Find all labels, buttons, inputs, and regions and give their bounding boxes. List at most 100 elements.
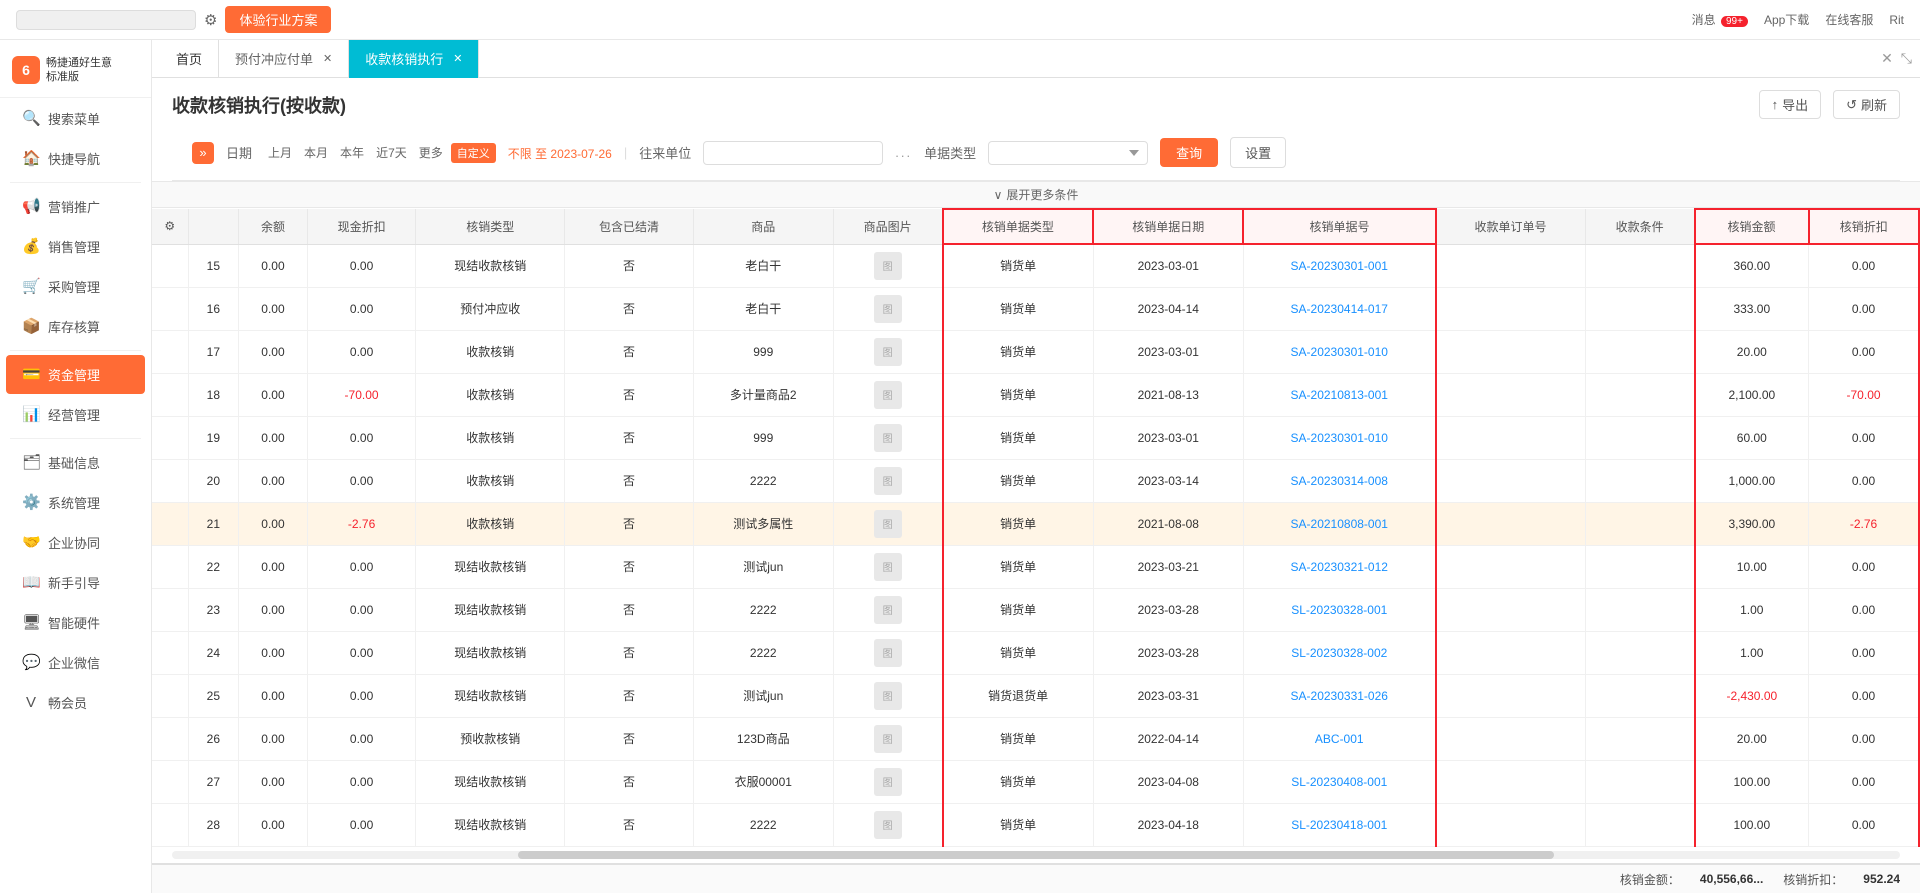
settings-icon[interactable]: ⚙ <box>204 11 217 29</box>
online-service-link[interactable]: 在线客服 <box>1825 11 1873 28</box>
app-download-link[interactable]: App下载 <box>1764 11 1809 28</box>
bill-no-link[interactable]: SA-20230314-008 <box>1291 474 1388 488</box>
cell-balance: 0.00 <box>239 287 308 330</box>
breadcrumb-input[interactable] <box>16 10 196 30</box>
tab-prepay[interactable]: 预付冲应付单 ✕ <box>219 40 349 78</box>
page-header: 收款核销执行(按收款) ↑ 导出 ↺ 刷新 » 日期 上月 <box>152 78 1920 182</box>
th-included: 包含已结清 <box>565 209 694 244</box>
cell-discount: 0.00 <box>307 631 416 674</box>
partner-input[interactable] <box>703 141 883 165</box>
export-button[interactable]: ↑ 导出 <box>1759 90 1822 119</box>
tab-collection[interactable]: 收款核销执行 ✕ <box>349 40 479 78</box>
bill-no-link[interactable]: SA-20230301-010 <box>1291 345 1388 359</box>
th-gear[interactable]: ⚙ <box>152 209 188 244</box>
date-more[interactable]: 更多 <box>415 142 447 163</box>
cell-billdate: 2023-03-01 <box>1093 244 1243 287</box>
table-container[interactable]: ⚙ 余额 现金折扣 核销类型 包含已结清 商品 商品图片 核销单据类型 核销单据… <box>152 208 1920 893</box>
cell-billdoctype: 销货单 <box>943 459 1093 502</box>
query-button[interactable]: 查询 <box>1160 138 1218 167</box>
cell-balance: 0.00 <box>239 502 308 545</box>
bill-no-link[interactable]: SA-20230301-010 <box>1291 431 1388 445</box>
cell-discount: 0.00 <box>307 674 416 717</box>
sidebar-item-search[interactable]: 🔍搜索菜单 <box>6 99 145 138</box>
table-row: 20 0.00 0.00 收款核销 否 2222 图 销货单 2023-03-1… <box>152 459 1919 502</box>
th-billno: 核销单据号 <box>1243 209 1435 244</box>
sidebar-item-wechat[interactable]: 💬企业微信 <box>6 643 145 682</box>
sidebar-item-label-system: 系统管理 <box>48 493 100 512</box>
bill-no-link[interactable]: ABC-001 <box>1315 732 1364 746</box>
solution-button[interactable]: 体验行业方案 <box>225 6 331 33</box>
date-filter-label: 日期 <box>226 143 252 162</box>
bill-no-link[interactable]: SA-20210813-001 <box>1291 388 1388 402</box>
date-last-month[interactable]: 上月 <box>264 142 296 163</box>
message-badge: 99+ <box>1721 16 1748 27</box>
tab-home[interactable]: 首页 <box>160 40 219 78</box>
date-7days[interactable]: 近7天 <box>372 142 411 163</box>
cell-goodsimg: 图 <box>833 330 942 373</box>
refresh-button[interactable]: ↺ 刷新 <box>1833 90 1900 119</box>
date-this-month[interactable]: 本月 <box>300 142 332 163</box>
sidebar-item-label-quicknav: 快捷导航 <box>48 149 100 168</box>
sidebar-item-sales[interactable]: 💰销售管理 <box>6 227 145 266</box>
cell-billno: ABC-001 <box>1243 717 1435 760</box>
cell-receiptorderno <box>1436 287 1586 330</box>
tab-collection-close[interactable]: ✕ <box>453 52 462 65</box>
horizontal-scrollbar[interactable] <box>172 851 1900 859</box>
sidebar-item-inventory[interactable]: 📦库存核算 <box>6 307 145 346</box>
tab-expand-button[interactable]: ⤡ <box>1901 50 1912 67</box>
bill-no-link[interactable]: SL-20230328-001 <box>1291 603 1387 617</box>
message-link[interactable]: 消息 99+ <box>1692 11 1748 28</box>
cell-canceldiscount: 0.00 <box>1809 717 1919 760</box>
sidebar-item-system[interactable]: ⚙️系统管理 <box>6 483 145 522</box>
filter-dots: ... <box>895 145 912 160</box>
sidebar-item-basic[interactable]: 🗂基础信息 <box>6 443 145 482</box>
filter-settings-button[interactable]: 设置 <box>1230 137 1286 168</box>
cell-receiptorderno <box>1436 674 1586 717</box>
bill-no-link[interactable]: SA-20230301-001 <box>1291 259 1388 273</box>
bill-no-link[interactable]: SL-20230408-001 <box>1291 775 1387 789</box>
cell-billno: SA-20230301-010 <box>1243 330 1435 373</box>
cell-goodsimg: 图 <box>833 459 942 502</box>
cell-balance: 0.00 <box>239 717 308 760</box>
sidebar-item-label-guide: 新手引导 <box>48 573 100 592</box>
sidebar-item-operation[interactable]: 📊经营管理 <box>6 395 145 434</box>
marketing-icon: 📢 <box>22 197 40 215</box>
cell-balance: 0.00 <box>239 674 308 717</box>
bill-no-link[interactable]: SA-20210808-001 <box>1291 517 1388 531</box>
sidebar-item-member[interactable]: V畅会员 <box>6 683 145 722</box>
sidebar-item-guide[interactable]: 📖新手引导 <box>6 563 145 602</box>
tab-prepay-close[interactable]: ✕ <box>323 52 332 65</box>
bill-no-link[interactable]: SA-20230321-012 <box>1291 560 1388 574</box>
table-row: 21 0.00 -2.76 收款核销 否 测试多属性 图 销货单 2021-08… <box>152 502 1919 545</box>
filter-toggle-button[interactable]: » <box>192 142 214 164</box>
cell-billdate: 2023-03-01 <box>1093 330 1243 373</box>
table-row: 19 0.00 0.00 收款核销 否 999 图 销货单 2023-03-01… <box>152 416 1919 459</box>
date-custom[interactable]: 自定义 <box>451 143 496 163</box>
cell-billdoctype: 销货单 <box>943 717 1093 760</box>
cell-included: 否 <box>565 631 694 674</box>
sidebar-item-label-basic: 基础信息 <box>48 453 100 472</box>
sidebar-item-enterprise[interactable]: 🤝企业协同 <box>6 523 145 562</box>
sidebar-item-smart[interactable]: 🖥智能硬件 <box>6 603 145 642</box>
cell-receiptcondition <box>1585 244 1694 287</box>
cell-discount: 0.00 <box>307 416 416 459</box>
date-this-year[interactable]: 本年 <box>336 142 368 163</box>
sidebar-item-marketing[interactable]: 📢营销推广 <box>6 187 145 226</box>
cell-included: 否 <box>565 502 694 545</box>
th-discount: 现金折扣 <box>307 209 416 244</box>
sidebar-item-capital[interactable]: 💳资金管理 <box>6 355 145 394</box>
bill-no-link[interactable]: SA-20230331-026 <box>1291 689 1388 703</box>
cell-type: 现结收款核销 <box>416 674 565 717</box>
cell-gear <box>152 244 188 287</box>
bill-no-link[interactable]: SL-20230328-002 <box>1291 646 1387 660</box>
bill-type-select[interactable] <box>988 141 1148 165</box>
tab-close-all-button[interactable]: ✕ <box>1881 50 1893 67</box>
cell-canceldiscount: 0.00 <box>1809 287 1919 330</box>
logo-text: 畅捷通好生意标准版 <box>46 56 112 85</box>
scrollbar-thumb[interactable] <box>518 851 1555 859</box>
sidebar-item-purchase[interactable]: 🛒采购管理 <box>6 267 145 306</box>
bill-no-link[interactable]: SL-20230418-001 <box>1291 818 1387 832</box>
bill-no-link[interactable]: SA-20230414-017 <box>1291 302 1388 316</box>
expand-button[interactable]: ∨ 展开更多条件 <box>994 186 1079 203</box>
sidebar-item-quicknav[interactable]: 🏠快捷导航 <box>6 139 145 178</box>
